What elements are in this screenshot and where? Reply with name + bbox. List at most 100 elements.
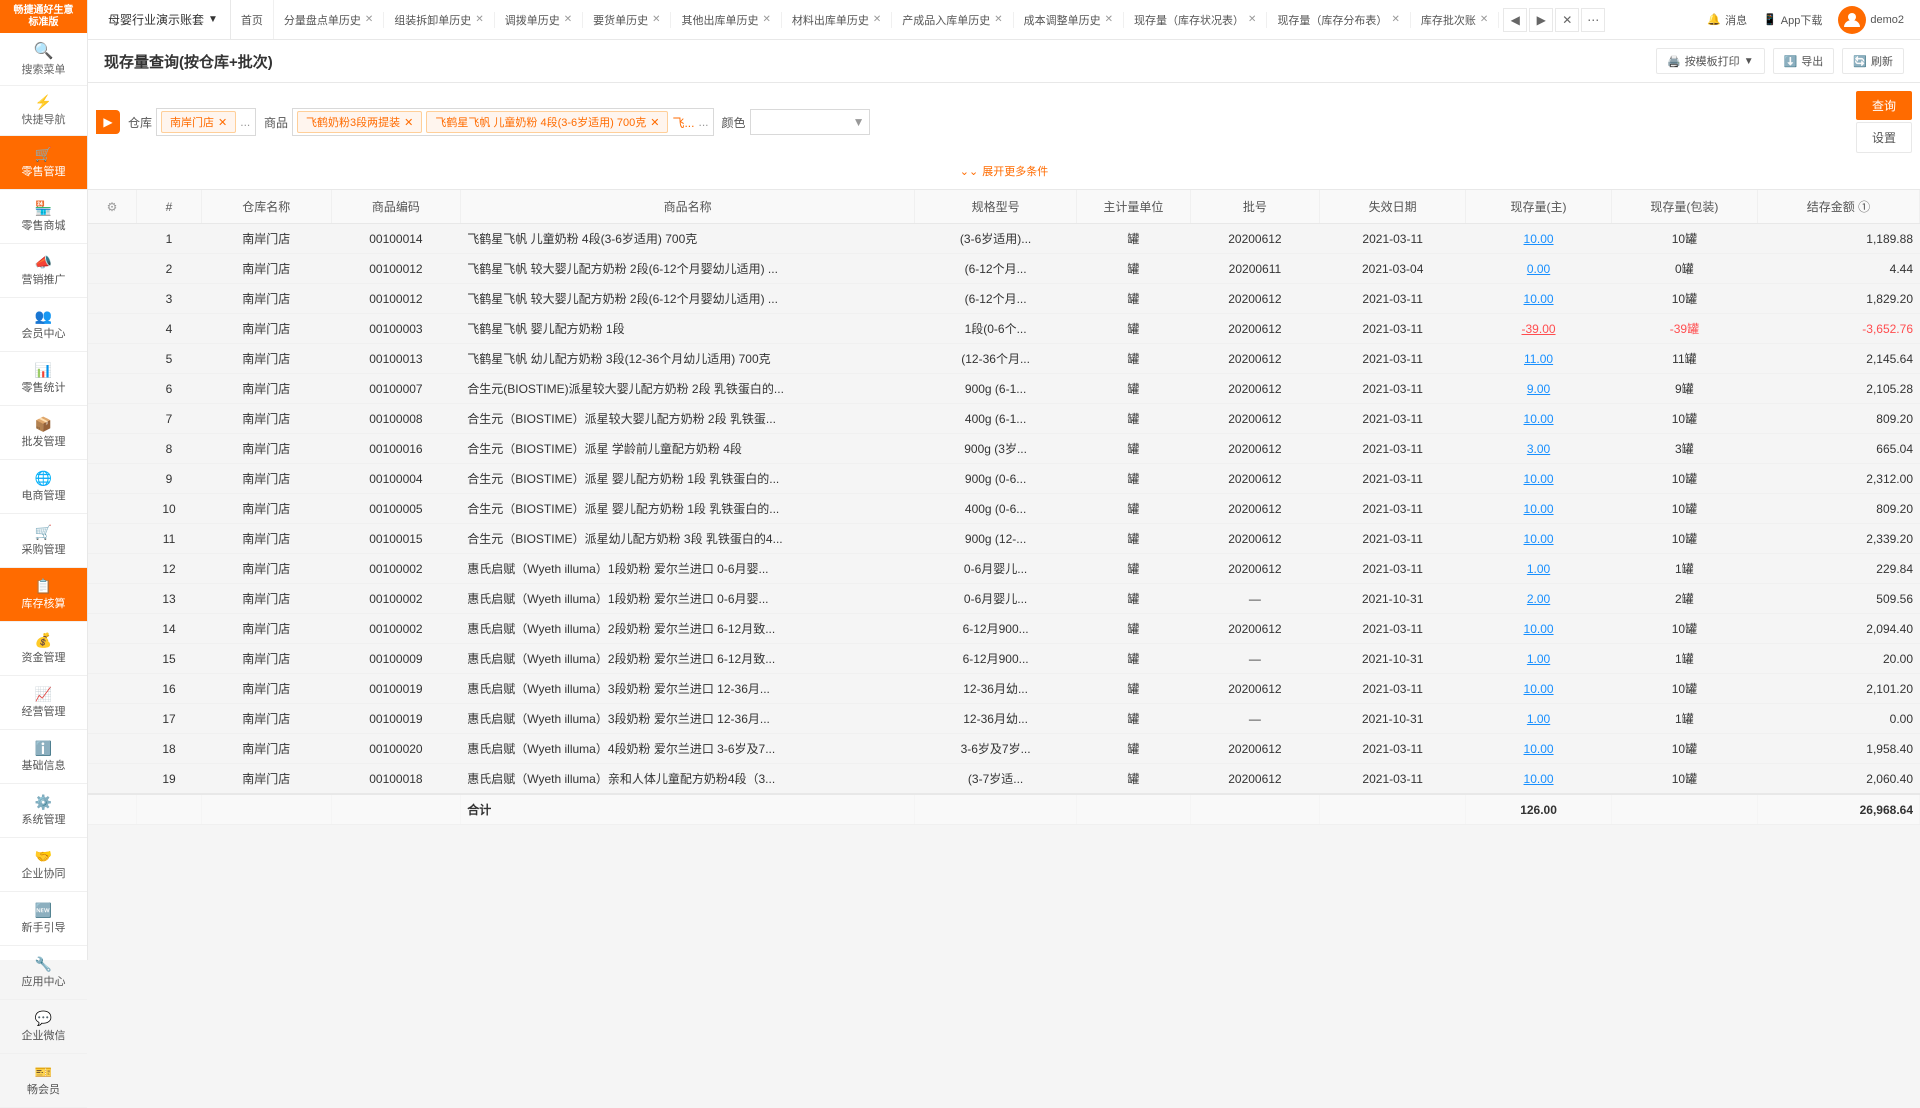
row-checkbox-18[interactable] bbox=[88, 764, 137, 795]
settings-btn[interactable]: 设置 bbox=[1856, 122, 1912, 153]
filter-expand-arrow[interactable]: ▶ bbox=[96, 110, 120, 134]
row-checkbox-16[interactable] bbox=[88, 704, 137, 734]
tab-2-close[interactable]: ✕ bbox=[564, 14, 572, 25]
row-checkbox-0[interactable] bbox=[88, 224, 137, 254]
tab-10[interactable]: 库存批次账 ✕ bbox=[1411, 12, 1499, 28]
sidebar-item-retail-shop[interactable]: 🏪 零售商城 bbox=[0, 190, 87, 244]
row-stock-main-10[interactable]: 10.00 bbox=[1466, 524, 1612, 554]
sidebar-item-purchase[interactable]: 🛒 采购管理 bbox=[0, 514, 87, 568]
sidebar-item-enterprise[interactable]: 🤝 企业协同 bbox=[0, 838, 87, 892]
row-stock-main-17[interactable]: 10.00 bbox=[1466, 734, 1612, 764]
refresh-btn[interactable]: 🔄 刷新 bbox=[1842, 48, 1904, 74]
user-profile[interactable]: demo2 bbox=[1838, 6, 1904, 34]
app-download-btn[interactable]: 📱 App下载 bbox=[1763, 12, 1822, 28]
query-btn[interactable]: 查询 bbox=[1856, 91, 1912, 120]
row-checkbox-10[interactable] bbox=[88, 524, 137, 554]
row-checkbox-15[interactable] bbox=[88, 674, 137, 704]
row-stock-main-11[interactable]: 1.00 bbox=[1466, 554, 1612, 584]
sidebar-item-system[interactable]: ⚙️ 系统管理 bbox=[0, 784, 87, 838]
goods-tag-0[interactable]: 飞鹤奶粉3段两提装 ✕ bbox=[297, 111, 422, 133]
row-checkbox-7[interactable] bbox=[88, 434, 137, 464]
sidebar-item-member[interactable]: 👥 会员中心 bbox=[0, 298, 87, 352]
row-checkbox-12[interactable] bbox=[88, 584, 137, 614]
sidebar-item-marketing[interactable]: 📣 营销推广 bbox=[0, 244, 87, 298]
goods-more-dots[interactable]: ... bbox=[698, 115, 708, 129]
sidebar-item-search[interactable]: 🔍 搜索菜单 bbox=[0, 33, 87, 86]
row-stock-main-15[interactable]: 10.00 bbox=[1466, 674, 1612, 704]
tab-1[interactable]: 组装拆卸单历史 ✕ bbox=[384, 12, 494, 28]
message-btn[interactable]: 🔔 消息 bbox=[1707, 12, 1747, 28]
tab-4-close[interactable]: ✕ bbox=[762, 14, 770, 25]
tab-close-btn[interactable]: ✕ bbox=[1555, 8, 1579, 32]
row-checkbox-4[interactable] bbox=[88, 344, 137, 374]
sidebar-item-finance[interactable]: 💰 资金管理 bbox=[0, 622, 87, 676]
row-stock-main-18[interactable]: 10.00 bbox=[1466, 764, 1612, 795]
row-stock-main-9[interactable]: 10.00 bbox=[1466, 494, 1612, 524]
row-checkbox-6[interactable] bbox=[88, 404, 137, 434]
row-stock-main-6[interactable]: 10.00 bbox=[1466, 404, 1612, 434]
sidebar-item-basic-info[interactable]: ℹ️ 基础信息 bbox=[0, 730, 87, 784]
row-checkbox-17[interactable] bbox=[88, 734, 137, 764]
row-stock-main-0[interactable]: 10.00 bbox=[1466, 224, 1612, 254]
row-checkbox-13[interactable] bbox=[88, 614, 137, 644]
tab-9[interactable]: 现存量（库存分布表） ✕ bbox=[1267, 12, 1410, 28]
row-checkbox-11[interactable] bbox=[88, 554, 137, 584]
tab-prev-btn[interactable]: ◀ bbox=[1503, 8, 1527, 32]
row-stock-main-3[interactable]: -39.00 bbox=[1466, 314, 1612, 344]
tab-6-close[interactable]: ✕ bbox=[994, 14, 1002, 25]
sidebar-item-inventory[interactable]: 📋 库存核算 bbox=[0, 568, 87, 622]
sidebar-item-member2[interactable]: 🎫 畅会员 bbox=[0, 1054, 87, 1108]
tab-0-close[interactable]: ✕ bbox=[365, 14, 373, 25]
tab-5[interactable]: 材料出库单历史 ✕ bbox=[782, 12, 892, 28]
row-checkbox-2[interactable] bbox=[88, 284, 137, 314]
goods-tag-1[interactable]: 飞鹤星飞帆 儿童奶粉 4段(3-6岁适用) 700克 ✕ bbox=[426, 111, 668, 133]
row-checkbox-5[interactable] bbox=[88, 374, 137, 404]
tab-10-close[interactable]: ✕ bbox=[1480, 14, 1488, 25]
tab-next-btn[interactable]: ▶ bbox=[1529, 8, 1553, 32]
sidebar-item-retail-stats[interactable]: 📊 零售统计 bbox=[0, 352, 87, 406]
row-stock-main-13[interactable]: 10.00 bbox=[1466, 614, 1612, 644]
tab-7[interactable]: 成本调整单历史 ✕ bbox=[1014, 12, 1124, 28]
tab-0[interactable]: 分量盘点单历史 ✕ bbox=[274, 12, 384, 28]
tab-7-close[interactable]: ✕ bbox=[1105, 14, 1113, 25]
sidebar-item-new-guide[interactable]: 🆕 新手引导 bbox=[0, 892, 87, 946]
tab-8[interactable]: 现存量（库存状况表） ✕ bbox=[1124, 12, 1267, 28]
warehouse-tag[interactable]: 南岸门店 ✕ bbox=[161, 111, 236, 133]
tab-9-close[interactable]: ✕ bbox=[1391, 14, 1399, 25]
row-stock-main-2[interactable]: 10.00 bbox=[1466, 284, 1612, 314]
row-stock-main-4[interactable]: 11.00 bbox=[1466, 344, 1612, 374]
tab-3[interactable]: 要货单历史 ✕ bbox=[583, 12, 671, 28]
tab-home[interactable]: 首页 bbox=[231, 0, 274, 39]
goods-tag-0-close[interactable]: ✕ bbox=[404, 116, 413, 129]
sidebar-item-app-center[interactable]: 🔧 应用中心 bbox=[0, 946, 87, 1000]
tab-1-close[interactable]: ✕ bbox=[475, 14, 483, 25]
tab-4[interactable]: 其他出库单历史 ✕ bbox=[671, 12, 781, 28]
row-stock-main-16[interactable]: 1.00 bbox=[1466, 704, 1612, 734]
expand-more-btn[interactable]: ⌄⌄ 展开更多条件 bbox=[948, 159, 1060, 183]
row-stock-main-7[interactable]: 3.00 bbox=[1466, 434, 1612, 464]
sidebar-item-wholesale[interactable]: 📦 批发管理 bbox=[0, 406, 87, 460]
row-checkbox-14[interactable] bbox=[88, 644, 137, 674]
row-checkbox-9[interactable] bbox=[88, 494, 137, 524]
sidebar-item-quick-nav[interactable]: ⚡ 快捷导航 bbox=[0, 86, 87, 136]
row-checkbox-3[interactable] bbox=[88, 314, 137, 344]
col-header-settings[interactable]: ⚙ bbox=[88, 190, 137, 224]
tab-8-close[interactable]: ✕ bbox=[1248, 14, 1256, 25]
tab-3-close[interactable]: ✕ bbox=[652, 14, 660, 25]
row-checkbox-8[interactable] bbox=[88, 464, 137, 494]
row-checkbox-1[interactable] bbox=[88, 254, 137, 284]
export-btn[interactable]: ⬇️ 导出 bbox=[1773, 48, 1835, 74]
template-print-btn[interactable]: 🖨️ 按模板打印 ▼ bbox=[1656, 48, 1765, 74]
tab-6[interactable]: 产成品入库单历史 ✕ bbox=[892, 12, 1013, 28]
row-stock-main-12[interactable]: 2.00 bbox=[1466, 584, 1612, 614]
sidebar-item-retail-mgmt[interactable]: 🛒 零售管理 bbox=[0, 136, 87, 190]
goods-tag-1-close[interactable]: ✕ bbox=[650, 116, 659, 129]
tab-2[interactable]: 调拨单历史 ✕ bbox=[495, 12, 583, 28]
row-stock-main-5[interactable]: 9.00 bbox=[1466, 374, 1612, 404]
sidebar-item-wechat[interactable]: 💬 企业微信 bbox=[0, 1000, 87, 1054]
warehouse-more-dots[interactable]: ... bbox=[240, 115, 250, 129]
row-stock-main-14[interactable]: 1.00 bbox=[1466, 644, 1612, 674]
goods-tag-more[interactable]: 飞... bbox=[672, 114, 694, 131]
row-stock-main-1[interactable]: 0.00 bbox=[1466, 254, 1612, 284]
sidebar-item-ecommerce[interactable]: 🌐 电商管理 bbox=[0, 460, 87, 514]
